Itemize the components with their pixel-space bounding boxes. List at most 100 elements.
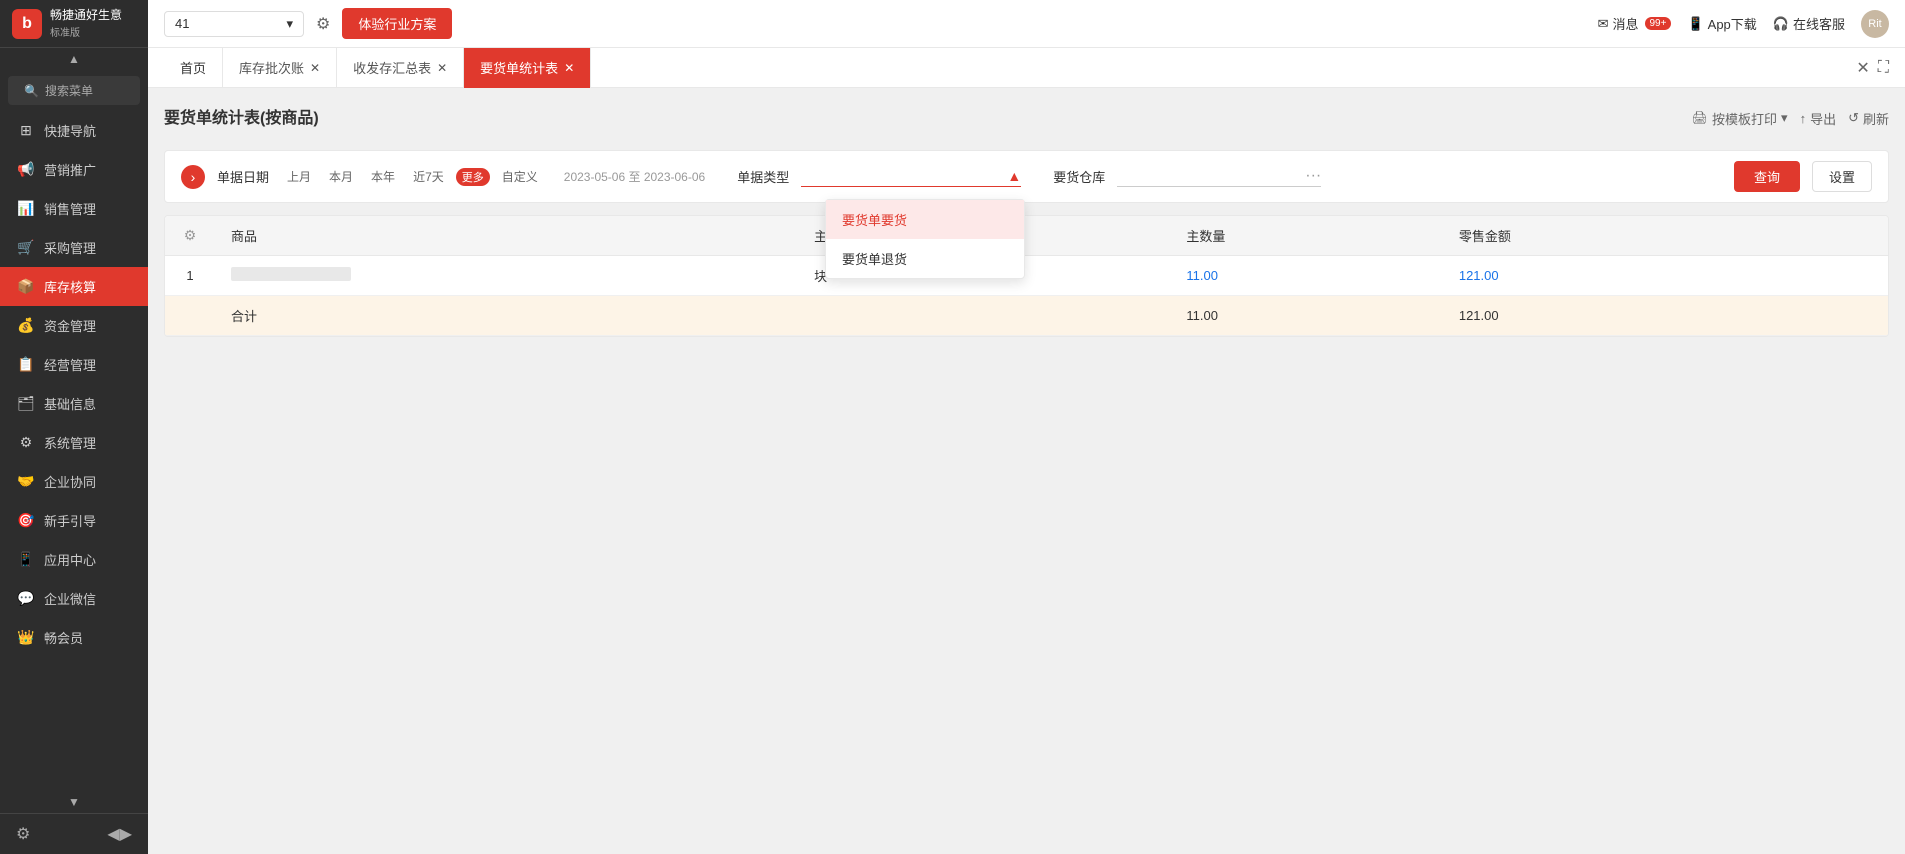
date-btn-this-month[interactable]: 本月 xyxy=(323,166,359,187)
tab-close-all-icon[interactable]: ✕ xyxy=(1856,58,1869,78)
quick-nav-icon: ⊞ xyxy=(16,122,36,139)
company-selector[interactable]: 41 ▾ xyxy=(164,11,304,37)
tab-order-stats-close-icon[interactable]: ✕ xyxy=(564,61,574,75)
messages-btn[interactable]: ✉ 消息 99+ xyxy=(1598,14,1672,33)
collapse-icon[interactable]: ◀▶ xyxy=(107,824,132,844)
date-btn-custom[interactable]: 自定义 xyxy=(496,166,544,187)
sidebar-items: ⊞ 快捷导航 📢 营销推广 📊 销售管理 🛒 采购管理 📦 库存核算 💰 资金管… xyxy=(0,111,148,791)
tab-receive-summary-close-icon[interactable]: ✕ xyxy=(437,61,447,75)
col-settings-icon[interactable]: ⚙ xyxy=(184,227,197,243)
topbar-gear-icon[interactable]: ⚙ xyxy=(316,14,330,34)
sidebar-scroll-up[interactable]: ▲ xyxy=(0,48,148,70)
message-icon: ✉ xyxy=(1598,16,1609,32)
refresh-btn[interactable]: ↺ 刷新 xyxy=(1848,109,1889,128)
settings-bottom-icon[interactable]: ⚙ xyxy=(16,824,30,844)
sidebar-item-quick-nav[interactable]: ⊞ 快捷导航 xyxy=(0,111,148,150)
sidebar-item-sales[interactable]: 📊 销售管理 xyxy=(0,189,148,228)
warehouse-input[interactable] xyxy=(1117,167,1301,186)
sidebar-item-finance[interactable]: 💰 资金管理 xyxy=(0,306,148,345)
settings-btn[interactable]: 设置 xyxy=(1812,161,1872,192)
col-settings[interactable]: ⚙ xyxy=(165,216,215,256)
sidebar-item-label: 新手引导 xyxy=(44,511,96,530)
dropdown-item-order-return[interactable]: 要货单退货 xyxy=(826,239,1024,278)
members-icon: 👑 xyxy=(16,629,36,646)
filter-bar: › 单据日期 上月 本月 本年 近7天 更多 自定义 2023-05-06 至 … xyxy=(164,150,1889,203)
total-empty-1 xyxy=(165,296,215,336)
company-value: 41 xyxy=(175,16,189,31)
sidebar-item-label: 企业微信 xyxy=(44,589,96,608)
sidebar-search-label: 搜索菜单 xyxy=(45,82,93,99)
col-amount: 零售金额 xyxy=(1443,216,1765,256)
sidebar-item-apps[interactable]: 📱 应用中心 xyxy=(0,540,148,579)
sidebar-scroll-down[interactable]: ▼ xyxy=(0,791,148,813)
date-btn-last-month[interactable]: 上月 xyxy=(281,166,317,187)
toolbar: 🖨 按模板打印 ▾ ↑ 导出 ↺ 刷新 xyxy=(1692,109,1890,128)
sidebar-item-purchase[interactable]: 🛒 采购管理 xyxy=(0,228,148,267)
sidebar-logo: b 畅捷通好生意 标准版 xyxy=(0,0,148,48)
sidebar-item-operations[interactable]: 📋 经营管理 xyxy=(0,345,148,384)
sidebar: b 畅捷通好生意 标准版 ▲ 🔍 搜索菜单 ⊞ 快捷导航 📢 营销推广 📊 销售… xyxy=(0,0,148,854)
total-quantity: 11.00 xyxy=(1170,296,1442,336)
sidebar-item-enterprise[interactable]: 🤝 企业协同 xyxy=(0,462,148,501)
date-label: 单据日期 xyxy=(217,167,269,186)
sidebar-item-basic[interactable]: 🗂 基础信息 xyxy=(0,384,148,423)
finance-icon: 💰 xyxy=(16,317,36,334)
sidebar-item-inventory[interactable]: 📦 库存核算 xyxy=(0,267,148,306)
page-title: 要货单统计表(按商品) xyxy=(164,104,319,128)
warehouse-more-icon[interactable]: ··· xyxy=(1305,167,1321,185)
export-btn[interactable]: ↑ 导出 xyxy=(1800,109,1837,128)
total-extra xyxy=(1765,296,1888,336)
user-avatar[interactable]: Rit xyxy=(1861,10,1889,38)
app-download-label: App下载 xyxy=(1708,14,1757,33)
sidebar-item-system[interactable]: ⚙ 系统管理 xyxy=(0,423,148,462)
sidebar-item-label: 系统管理 xyxy=(44,433,96,452)
sidebar-item-label: 快捷导航 xyxy=(44,121,96,140)
messages-badge: 99+ xyxy=(1645,17,1672,30)
type-input[interactable] xyxy=(801,167,1007,186)
row-amount[interactable]: 121.00 xyxy=(1443,256,1765,296)
col-product: 商品 xyxy=(215,216,798,256)
sidebar-item-marketing[interactable]: 📢 营销推广 xyxy=(0,150,148,189)
date-btn-recent-7[interactable]: 近7天 xyxy=(407,166,450,187)
sidebar-bottom: ⚙ ◀▶ xyxy=(0,813,148,854)
query-btn[interactable]: 查询 xyxy=(1734,161,1800,192)
tab-inventory-batch-close-icon[interactable]: ✕ xyxy=(310,61,320,75)
sidebar-item-wechat[interactable]: 💬 企业微信 xyxy=(0,579,148,618)
date-btn-this-year[interactable]: 本年 xyxy=(365,166,401,187)
row-num: 1 xyxy=(165,256,215,296)
purchase-icon: 🛒 xyxy=(16,239,36,256)
tab-receive-summary-label: 收发存汇总表 xyxy=(353,58,431,77)
data-table: ⚙ 商品 主计量单位 主数量 零售金额 1 xyxy=(165,216,1888,336)
total-row: 合计 11.00 121.00 xyxy=(165,296,1888,336)
date-btn-more[interactable]: 更多 xyxy=(456,168,490,186)
total-unit-empty xyxy=(798,296,1170,336)
print-btn[interactable]: 🖨 按模板打印 ▾ xyxy=(1692,109,1788,128)
sidebar-search[interactable]: 🔍 搜索菜单 xyxy=(8,76,140,105)
tab-expand-icon[interactable]: ⛶ xyxy=(1878,59,1889,77)
sales-icon: 📊 xyxy=(16,200,36,217)
tab-order-stats[interactable]: 要货单统计表 ✕ xyxy=(464,48,591,88)
tab-receive-summary[interactable]: 收发存汇总表 ✕ xyxy=(337,48,464,88)
phone-icon: 📱 xyxy=(1687,16,1703,32)
trial-btn[interactable]: 体验行业方案 xyxy=(342,8,452,39)
tab-inventory-batch[interactable]: 库存批次账 ✕ xyxy=(223,48,337,88)
type-label: 单据类型 xyxy=(737,167,789,186)
filter-expand-btn[interactable]: › xyxy=(181,165,205,189)
row-quantity[interactable]: 11.00 xyxy=(1170,256,1442,296)
sidebar-item-guide[interactable]: 🎯 新手引导 xyxy=(0,501,148,540)
avatar-text: Rit xyxy=(1868,18,1881,30)
sidebar-item-members[interactable]: 👑 畅会员 xyxy=(0,618,148,657)
refresh-icon: ↺ xyxy=(1848,110,1859,126)
sidebar-item-label: 企业协同 xyxy=(44,472,96,491)
sidebar-item-label: 库存核算 xyxy=(44,277,96,296)
sidebar-item-label: 畅会员 xyxy=(44,628,83,647)
dropdown-item-order-goods[interactable]: 要货单要货 xyxy=(826,200,1024,239)
type-dropdown-arrow-icon[interactable]: ▲ xyxy=(1007,168,1021,184)
col-extra xyxy=(1765,216,1888,256)
sidebar-item-label: 销售管理 xyxy=(44,199,96,218)
total-label: 合计 xyxy=(215,296,798,336)
tab-home[interactable]: 首页 xyxy=(164,48,223,88)
app-download-btn[interactable]: 📱 App下载 xyxy=(1687,14,1756,33)
online-service-btn[interactable]: 🎧 在线客服 xyxy=(1773,14,1845,33)
topbar: 41 ▾ ⚙ 体验行业方案 ✉ 消息 99+ 📱 App下载 🎧 在线客服 Ri… xyxy=(148,0,1905,48)
